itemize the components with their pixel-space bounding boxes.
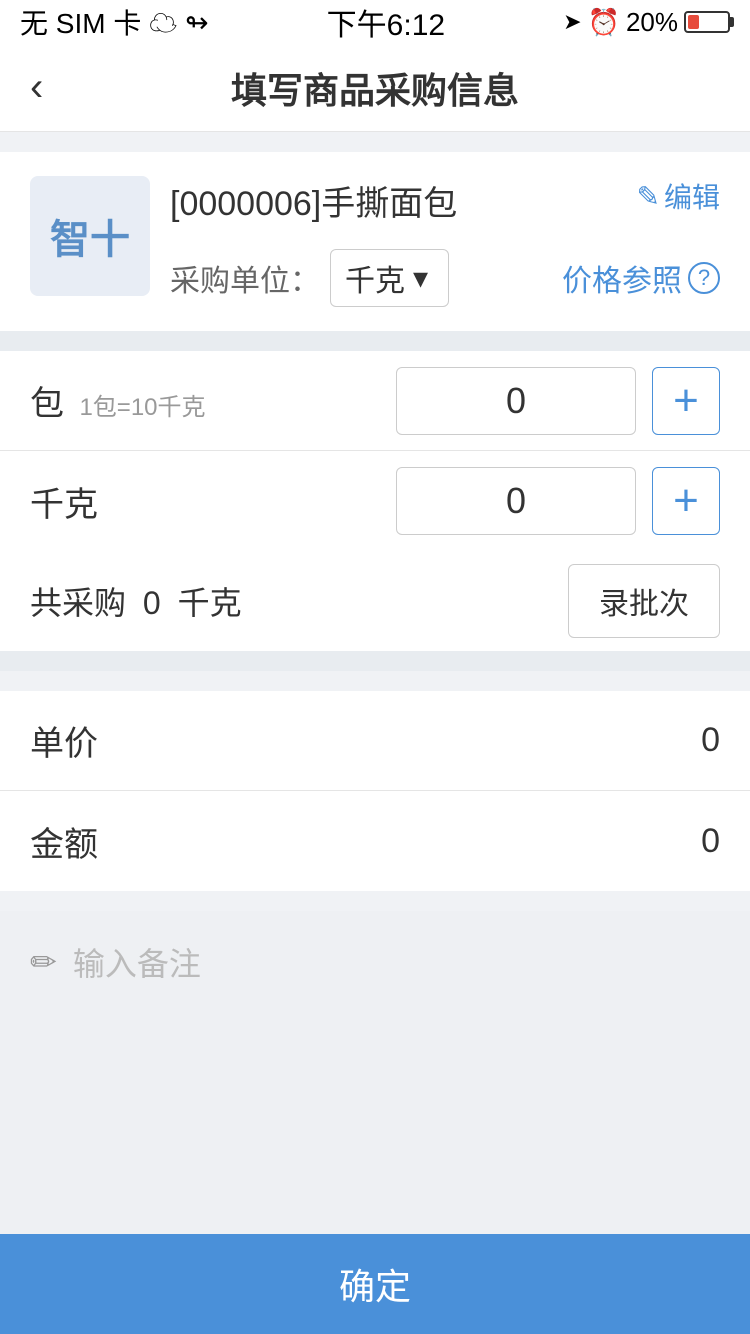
nav-bar: ‹ 填写商品采购信息 [0,44,750,132]
sim-label: 无 SIM 卡 ☁ [20,2,177,42]
edit-icon: ✎ [637,180,660,213]
kg-label: 千克 [30,477,210,526]
amount-value: 0 [701,822,720,861]
status-bar: 无 SIM 卡 ☁ ↬ 下午6:12 ➤ ⏰ 20% [0,0,750,44]
unit-price-value: 0 [701,721,720,760]
section-divider-2 [0,651,750,671]
bag-sub-label: 1包=10千克 [79,394,205,421]
price-ref-label: 价格参照 [562,256,682,300]
wifi-icon: ↬ [185,6,208,39]
notes-placeholder: 输入备注 [73,939,201,985]
total-row: 共采购 0 千克 录批次 [0,551,750,651]
bag-label: 包 1包=10千克 [30,376,210,425]
bag-plus-button[interactable]: + [652,367,720,435]
bag-input[interactable]: 0 [396,367,636,435]
pencil-icon: ✏ [30,943,57,981]
status-right: ➤ ⏰ 20% [563,7,730,38]
edit-label: 编辑 [664,176,720,216]
unit-value: 千克 [345,256,405,300]
help-icon: ? [688,262,720,294]
dropdown-arrow-icon: ▾ [413,261,428,296]
kg-plus-button[interactable]: + [652,467,720,535]
unit-price-label: 单价 [30,716,98,765]
confirm-label: 确定 [339,1258,411,1310]
input-section: 包 1包=10千克 0 + 千克 0 + [0,351,750,551]
total-amount: 0 [143,585,161,621]
unit-label: 采购单位： [170,256,320,300]
kg-input-row: 千克 0 + [0,451,750,551]
section-divider-1 [0,331,750,351]
price-ref-button[interactable]: 价格参照 ? [562,256,720,300]
edit-button[interactable]: ✎ 编辑 [637,176,720,216]
batch-button[interactable]: 录批次 [568,564,720,638]
price-section: 单价 0 金额 0 [0,691,750,891]
unit-price-row: 单价 0 [0,691,750,791]
notes-section[interactable]: ✏ 输入备注 [0,911,750,1013]
amount-row: 金额 0 [0,791,750,891]
kg-input[interactable]: 0 [396,467,636,535]
product-image: 智十 [30,176,150,296]
status-time: 下午6:12 [327,0,445,44]
battery-percent: 20% [626,7,678,38]
alarm-icon: ⏰ [588,7,620,38]
total-text: 共采购 0 千克 [30,578,242,624]
arrow-icon: ➤ [563,9,581,35]
product-name: [0000006]手撕面包 [170,176,457,225]
status-left: 无 SIM 卡 ☁ ↬ [20,2,209,42]
battery-icon [684,11,730,33]
page-title: 填写商品采购信息 [231,62,519,114]
product-info: [0000006]手撕面包 ✎ 编辑 采购单位： 千克 ▾ 价格参照 ? [170,176,720,307]
confirm-button[interactable]: 确定 [0,1234,750,1334]
unit-select[interactable]: 千克 ▾ [330,249,449,307]
total-unit: 千克 [178,585,242,621]
back-button[interactable]: ‹ [30,65,43,110]
amount-label: 金额 [30,817,98,866]
product-card: 智十 [0000006]手撕面包 ✎ 编辑 采购单位： 千克 ▾ 价格参照 ? [0,152,750,331]
bag-input-row: 包 1包=10千克 0 + [0,351,750,451]
total-label: 共采购 [30,585,126,621]
